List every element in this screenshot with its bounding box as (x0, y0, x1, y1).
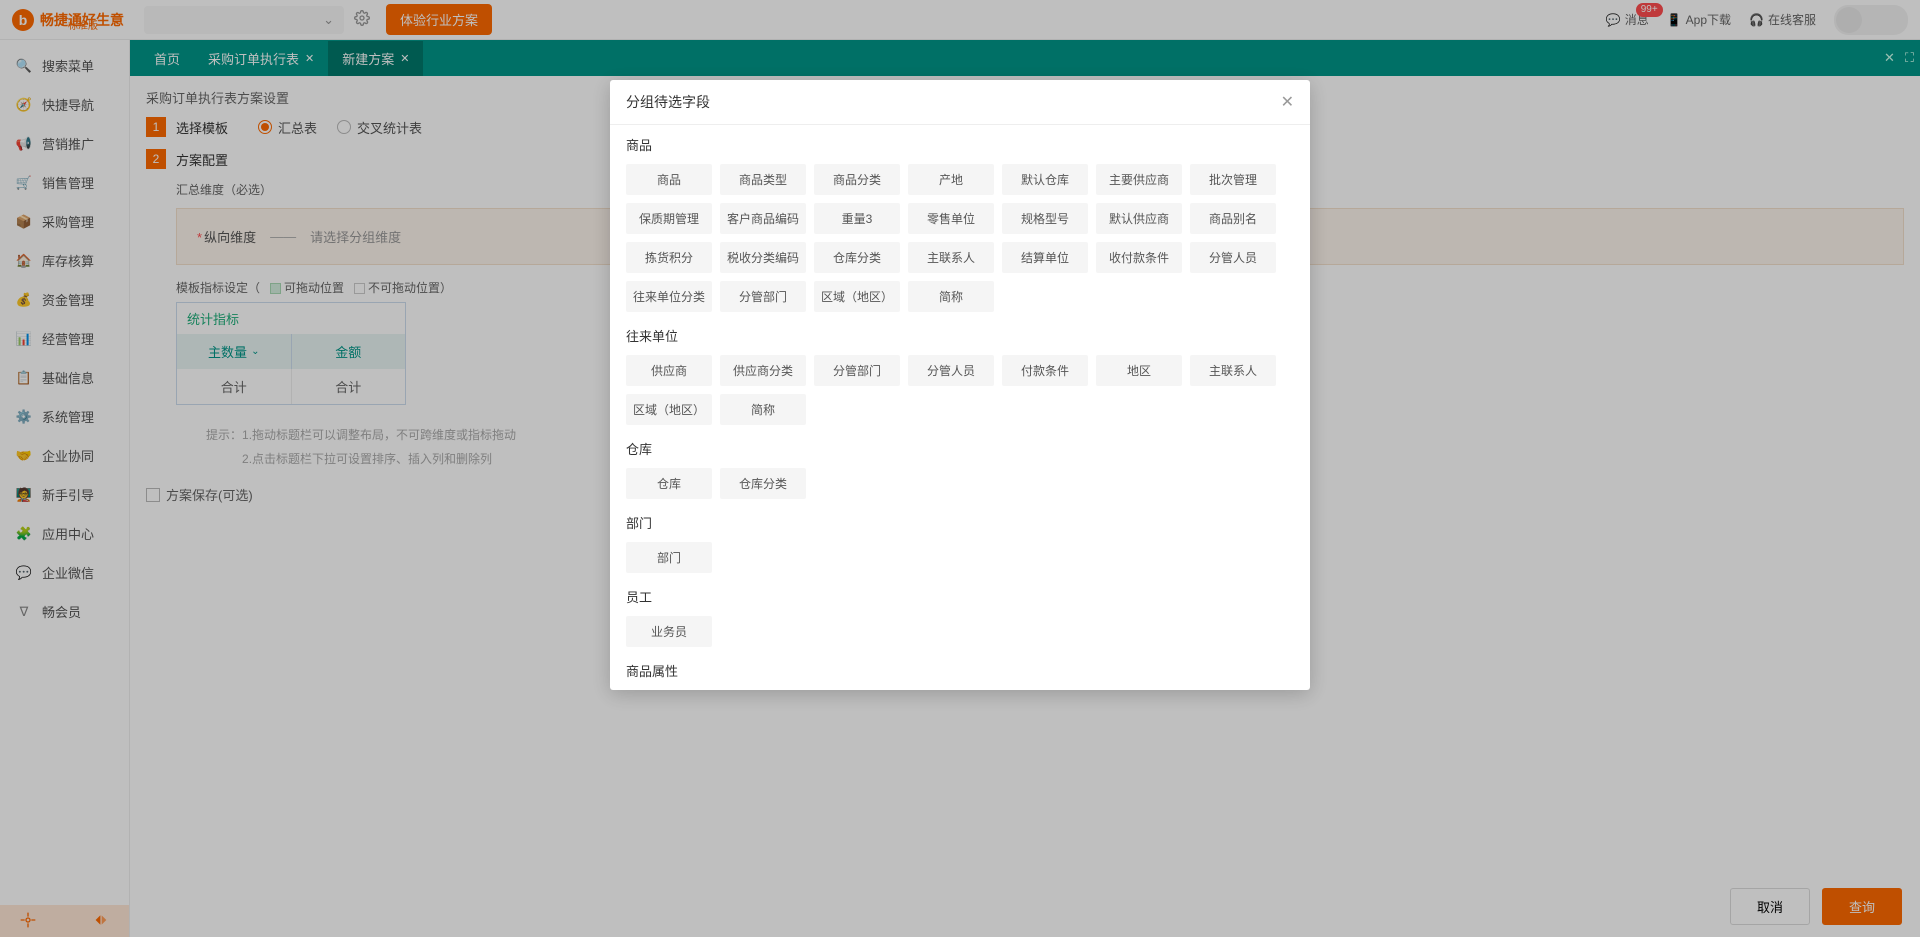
field-item[interactable]: 零售单位 (908, 203, 994, 234)
field-item[interactable]: 仓库分类 (720, 468, 806, 499)
field-item[interactable]: 商品别名 (1190, 203, 1276, 234)
field-group-title: 商品 (626, 135, 1294, 154)
field-item[interactable]: 结算单位 (1002, 242, 1088, 273)
field-item[interactable]: 客户商品编码 (720, 203, 806, 234)
modal-horizontal-scrollbar[interactable] (616, 678, 1304, 686)
field-group-0: 商品商品商品类型商品分类产地默认仓库主要供应商批次管理保质期管理客户商品编码重量… (626, 135, 1294, 312)
field-item[interactable]: 简称 (908, 281, 994, 312)
field-item[interactable]: 默认供应商 (1096, 203, 1182, 234)
field-group-title: 往来单位 (626, 326, 1294, 345)
field-item[interactable]: 业务员 (626, 616, 712, 647)
field-group-3: 部门部门 (626, 513, 1294, 573)
field-item[interactable]: 简称 (720, 394, 806, 425)
field-item[interactable]: 拣货积分 (626, 242, 712, 273)
field-group-title: 商品属性 (626, 661, 1294, 678)
field-item[interactable]: 往来单位分类 (626, 281, 712, 312)
field-group-title: 仓库 (626, 439, 1294, 458)
field-item[interactable]: 供应商 (626, 355, 712, 386)
field-item[interactable]: 区域（地区） (814, 281, 900, 312)
close-icon[interactable]: ✕ (1281, 92, 1294, 112)
field-item[interactable]: 仓库分类 (814, 242, 900, 273)
field-item[interactable]: 供应商分类 (720, 355, 806, 386)
field-item[interactable]: 分管人员 (908, 355, 994, 386)
field-item[interactable]: 分管人员 (1190, 242, 1276, 273)
field-item[interactable]: 主要供应商 (1096, 164, 1182, 195)
field-item[interactable]: 保质期管理 (626, 203, 712, 234)
field-item[interactable]: 重量3 (814, 203, 900, 234)
field-item[interactable]: 默认仓库 (1002, 164, 1088, 195)
field-item[interactable]: 付款条件 (1002, 355, 1088, 386)
field-item[interactable]: 商品分类 (814, 164, 900, 195)
field-item[interactable]: 部门 (626, 542, 712, 573)
modal-overlay: 分组待选字段 ✕ 商品商品商品类型商品分类产地默认仓库主要供应商批次管理保质期管… (0, 0, 1920, 937)
field-item[interactable]: 批次管理 (1190, 164, 1276, 195)
field-item[interactable]: 商品 (626, 164, 712, 195)
field-item[interactable]: 主联系人 (908, 242, 994, 273)
field-item[interactable]: 分管部门 (814, 355, 900, 386)
field-item[interactable]: 规格型号 (1002, 203, 1088, 234)
field-item[interactable]: 仓库 (626, 468, 712, 499)
field-group-4: 员工业务员 (626, 587, 1294, 647)
field-group-5: 商品属性属性颜色多规格尺码鞋码1 (626, 661, 1294, 678)
field-item[interactable]: 分管部门 (720, 281, 806, 312)
field-item[interactable]: 商品类型 (720, 164, 806, 195)
field-group-2: 仓库仓库仓库分类 (626, 439, 1294, 499)
field-item[interactable]: 税收分类编码 (720, 242, 806, 273)
field-item[interactable]: 区域（地区） (626, 394, 712, 425)
field-item[interactable]: 主联系人 (1190, 355, 1276, 386)
field-selector-modal: 分组待选字段 ✕ 商品商品商品类型商品分类产地默认仓库主要供应商批次管理保质期管… (610, 80, 1310, 690)
field-group-1: 往来单位供应商供应商分类分管部门分管人员付款条件地区主联系人区域（地区） 简称 (626, 326, 1294, 425)
field-item[interactable]: 收付款条件 (1096, 242, 1182, 273)
modal-title: 分组待选字段 (626, 92, 710, 112)
field-item[interactable]: 地区 (1096, 355, 1182, 386)
field-item[interactable]: 产地 (908, 164, 994, 195)
field-group-title: 部门 (626, 513, 1294, 532)
field-group-title: 员工 (626, 587, 1294, 606)
